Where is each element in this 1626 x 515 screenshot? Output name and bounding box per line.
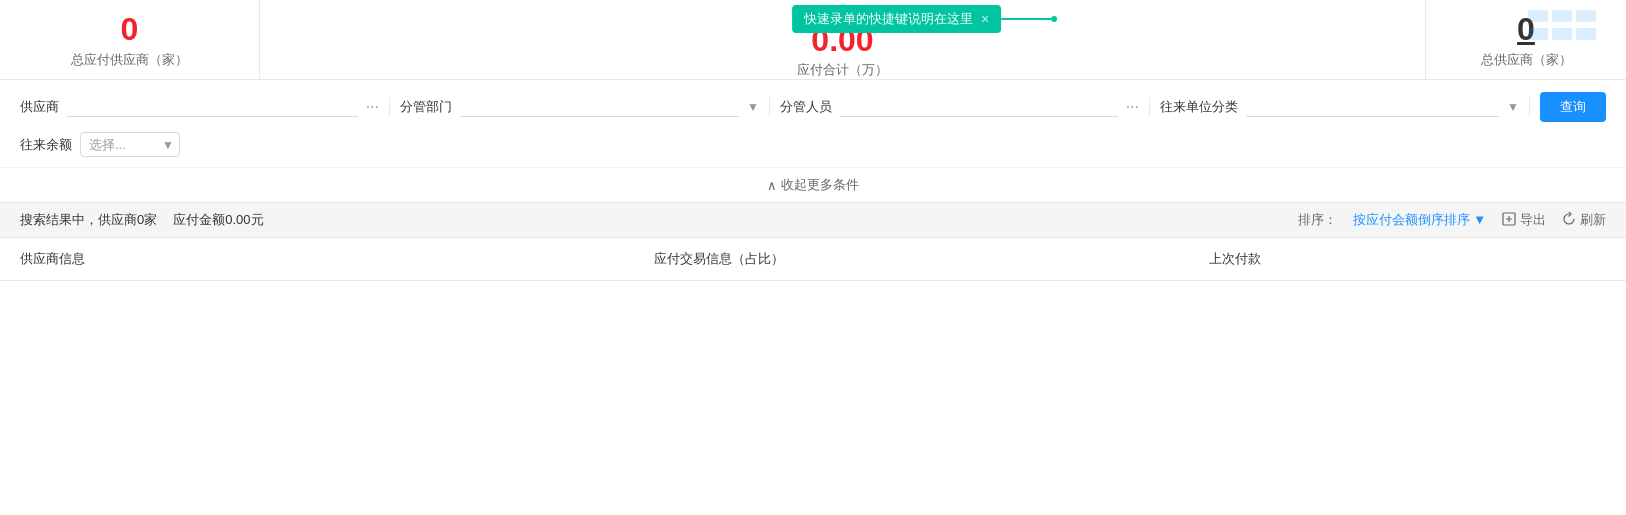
filter-section: 供应商 ··· 分管部门 ▼ 分管人员 ··· 往来单位分类 ▼ 查询 往来余额: [0, 80, 1626, 203]
col1-label: 供应商信息: [20, 251, 85, 266]
refresh-label: 刷新: [1580, 211, 1606, 229]
table-col-last-payment: 上次付款: [1209, 250, 1606, 268]
total-suppliers-label: 总供应商（家）: [1481, 51, 1572, 69]
balance-label: 往来余额: [20, 136, 72, 154]
manager-filter: 分管人员 ···: [770, 97, 1150, 117]
results-amount-prefix: 应付金额: [173, 212, 225, 227]
sort-value: 按应付会额倒序排序: [1353, 212, 1470, 227]
category-filter: 往来单位分类 ▼: [1150, 97, 1530, 117]
table-col-supplier-info: 供应商信息: [20, 250, 654, 268]
supplier-input[interactable]: [67, 97, 358, 117]
filter-row-2: 往来余额 选择... ▼: [20, 132, 1606, 157]
stat-total-suppliers: 0 总供应商（家）: [1426, 0, 1626, 79]
bg-decoration: [1528, 10, 1596, 22]
department-chevron-icon[interactable]: ▼: [747, 100, 759, 114]
supplier-filter: 供应商 ···: [20, 97, 390, 117]
table-col-transaction-info: 应付交易信息（占比）: [654, 250, 1209, 268]
supplier-label: 供应商: [20, 98, 59, 116]
manager-input[interactable]: [840, 97, 1118, 117]
export-button[interactable]: 导出: [1502, 211, 1546, 229]
export-label: 导出: [1520, 211, 1546, 229]
table-body: [0, 281, 1626, 481]
table-header: 供应商信息 应付交易信息（占比） 上次付款: [0, 238, 1626, 281]
results-summary: 搜索结果中，供应商0家 应付金额0.00元: [20, 211, 264, 229]
filter-row-1: 供应商 ··· 分管部门 ▼ 分管人员 ··· 往来单位分类 ▼ 查询: [20, 92, 1606, 122]
department-input[interactable]: [460, 97, 739, 117]
results-actions: 排序： 按应付会额倒序排序 ▼ 导出 刷新: [1298, 211, 1607, 229]
department-label: 分管部门: [400, 98, 452, 116]
bg-decoration-2: [1528, 28, 1596, 40]
tooltip-close-button[interactable]: ×: [981, 11, 989, 27]
col2-label: 应付交易信息（占比）: [654, 251, 784, 266]
results-supplier-count: 0家: [137, 212, 157, 227]
collapse-button[interactable]: ∧ 收起更多条件: [751, 174, 875, 196]
stats-bar: 快速录单的快捷键说明在这里 × 0 总应付供应商（家） 米 0.00 应付合计（…: [0, 0, 1626, 80]
refresh-button[interactable]: 刷新: [1562, 211, 1606, 229]
sort-select[interactable]: 按应付会额倒序排序 ▼: [1353, 211, 1487, 229]
manager-label: 分管人员: [780, 98, 832, 116]
results-amount-text: 应付金额0.00元: [173, 211, 263, 229]
collapse-label: 收起更多条件: [781, 176, 859, 194]
stat-total-payable-suppliers: 0 总应付供应商（家）: [0, 0, 260, 79]
export-icon: [1502, 212, 1516, 229]
tooltip-dot: [1049, 14, 1059, 24]
payable-total-label: 应付合计（万）: [797, 61, 888, 79]
collapse-bar: ∧ 收起更多条件: [0, 167, 1626, 202]
results-bar: 搜索结果中，供应商0家 应付金额0.00元 排序： 按应付会额倒序排序 ▼ 导出…: [0, 203, 1626, 238]
collapse-chevron-icon: ∧: [767, 178, 777, 193]
category-label: 往来单位分类: [1160, 98, 1238, 116]
category-input[interactable]: [1246, 97, 1499, 117]
sort-chevron-icon: ▼: [1473, 212, 1486, 227]
tooltip-bubble[interactable]: 快速录单的快捷键说明在这里 ×: [792, 5, 1001, 33]
col3-label: 上次付款: [1209, 251, 1261, 266]
query-button[interactable]: 查询: [1540, 92, 1606, 122]
supplier-dots-button[interactable]: ···: [366, 98, 379, 116]
refresh-icon: [1562, 212, 1576, 229]
category-chevron-icon[interactable]: ▼: [1507, 100, 1519, 114]
balance-select[interactable]: 选择...: [80, 132, 180, 157]
department-filter: 分管部门 ▼: [390, 97, 770, 117]
table-section: 供应商信息 应付交易信息（占比） 上次付款: [0, 238, 1626, 481]
sort-label: 排序：: [1298, 211, 1337, 229]
total-payable-suppliers-count: 0: [121, 10, 139, 48]
total-payable-suppliers-label: 总应付供应商（家）: [71, 51, 188, 69]
balance-select-wrapper: 选择... ▼: [80, 132, 180, 157]
results-supplier-text: 搜索结果中，供应商0家: [20, 211, 157, 229]
results-prefix: 搜索结果中，供应商: [20, 212, 137, 227]
manager-dots-button[interactable]: ···: [1126, 98, 1139, 116]
tooltip-text: 快速录单的快捷键说明在这里: [804, 10, 973, 28]
results-amount-value: 0.00元: [225, 212, 263, 227]
